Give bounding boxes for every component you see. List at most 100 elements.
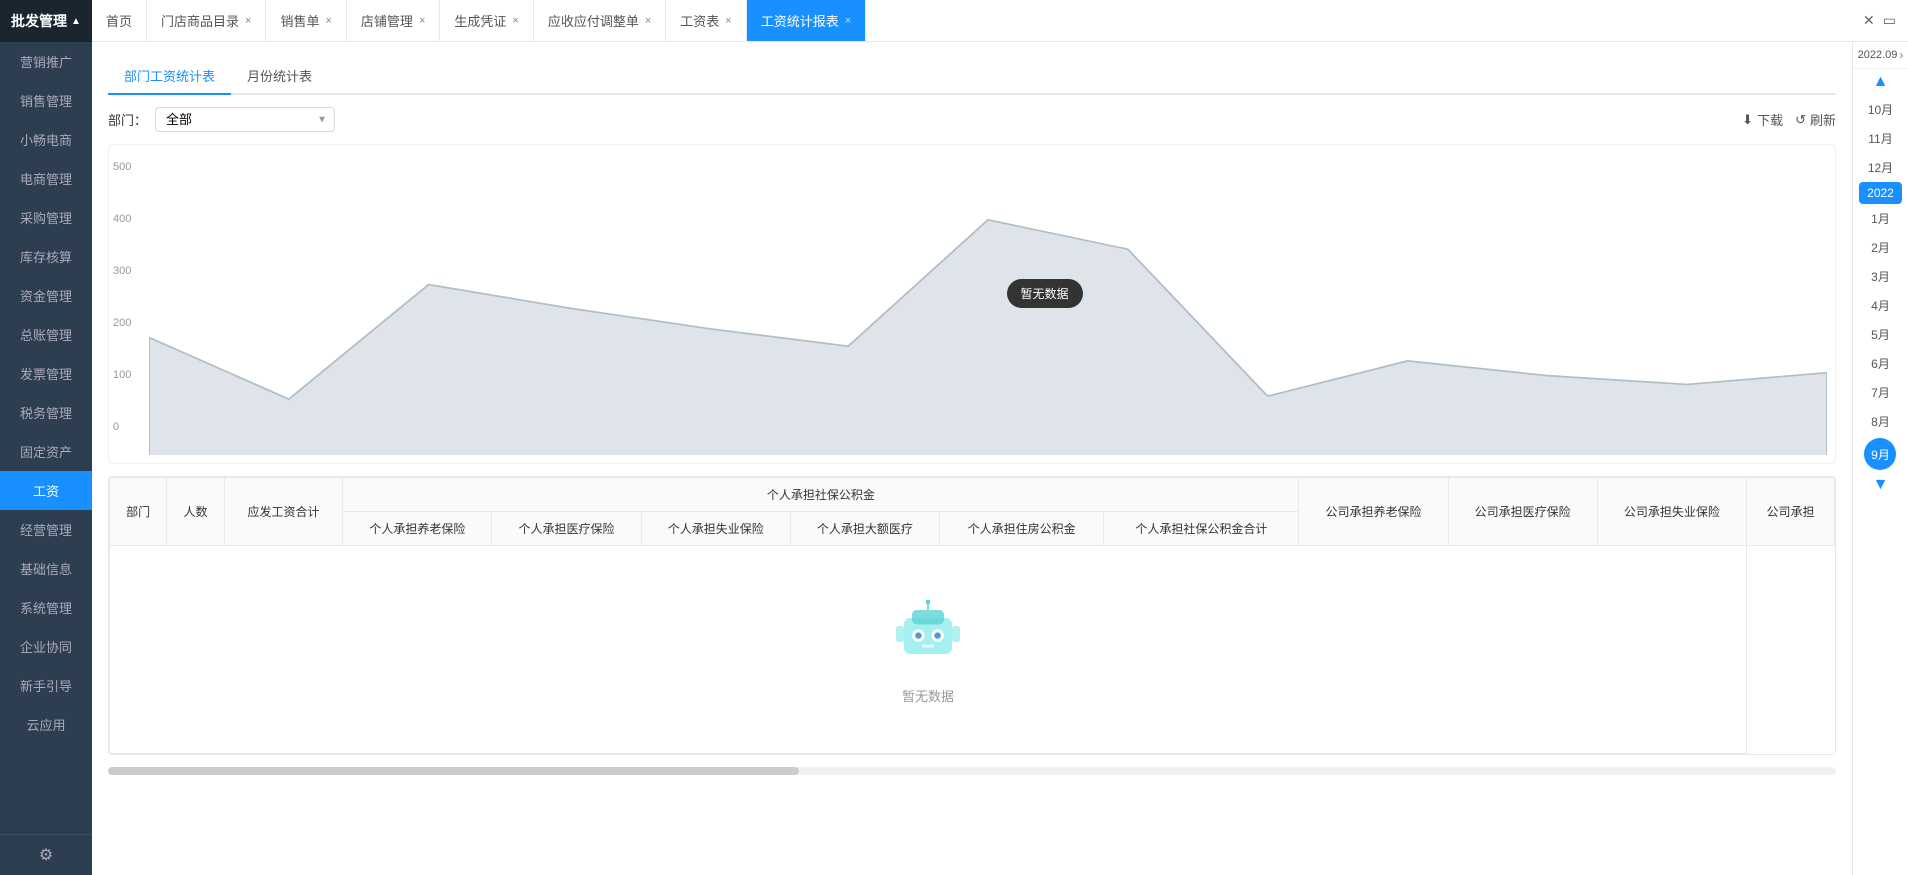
sidebar-arrow-icon: ▲ xyxy=(71,16,81,27)
tab-店铺管理[interactable]: 店铺管理× xyxy=(347,0,440,41)
sub-tab-月份统计表[interactable]: 月份统计表 xyxy=(231,58,328,95)
chart-y-labels: 5004003002001000 xyxy=(113,161,131,433)
sidebar-item-营销推广[interactable]: 营销推广 xyxy=(0,42,92,81)
th-personal-total: 个人承担社保公积金合计 xyxy=(1104,512,1299,546)
cal-month-6月[interactable]: 6月 xyxy=(1859,349,1902,378)
chart-svg xyxy=(149,161,1827,455)
th-personal-insurance: 个人承担社保公积金 xyxy=(343,478,1299,512)
toolbar-left: 部门： 全部 xyxy=(108,107,335,132)
sidebar-item-采购管理[interactable]: 采购管理 xyxy=(0,198,92,237)
chart-container: 5004003002001000 暂无数据 xyxy=(108,144,1836,464)
th-personal-pension: 个人承担养老保险 xyxy=(343,512,492,546)
tab-门店商品目录[interactable]: 门店商品目录 × xyxy=(147,0,266,41)
cal-month-7月[interactable]: 7月 xyxy=(1859,378,1902,407)
scrollbar-thumb[interactable] xyxy=(108,767,799,775)
refresh-icon: ↺ xyxy=(1795,112,1806,128)
sidebar-header: 批发管理 ▲ xyxy=(0,0,92,42)
tab-close-icon[interactable]: × xyxy=(725,15,731,27)
sidebar-item-销售管理[interactable]: 销售管理 xyxy=(0,81,92,120)
sidebar-item-资金管理[interactable]: 资金管理 xyxy=(0,276,92,315)
tab-生成凭证[interactable]: 生成凭证 × xyxy=(440,0,533,41)
cal-month-1月[interactable]: 1月 xyxy=(1859,204,1902,233)
tab-close-icon[interactable]: × xyxy=(419,15,425,27)
toolbar: 部门： 全部 ⬇ 下载 ↺ 刷新 xyxy=(108,107,1836,132)
tab-close-icon[interactable]: × xyxy=(245,15,251,27)
y-label: 500 xyxy=(113,161,131,173)
sidebar-item-新手引导[interactable]: 新手引导 xyxy=(0,666,92,705)
refresh-button[interactable]: ↺ 刷新 xyxy=(1795,110,1836,129)
chart-tooltip: 暂无数据 xyxy=(1007,279,1083,308)
tab-bar: 首页门店商品目录×销售单×店铺管理×生成凭证×应收应付调整单×工资表×工资统计报… xyxy=(92,0,1908,42)
close-all-button[interactable]: ✕ xyxy=(1863,12,1875,29)
download-label: 下载 xyxy=(1757,110,1783,129)
th-dept: 部门 xyxy=(110,478,167,546)
page-content: 部门工资统计表月份统计表 部门： 全部 ⬇ 下载 xyxy=(92,42,1852,875)
dept-select[interactable]: 全部 xyxy=(155,107,335,132)
th-company-pension: 公司承担养老保险 xyxy=(1299,478,1448,546)
cal-month-8月[interactable]: 8月 xyxy=(1859,407,1902,436)
tab-close-icon[interactable]: × xyxy=(645,15,651,27)
sub-tabs: 部门工资统计表月份统计表 xyxy=(108,58,1836,95)
cal-month-9月[interactable]: 9月 xyxy=(1864,438,1896,470)
tab-工资统计报表[interactable]: 工资统计报表× xyxy=(747,0,866,41)
tab-工资表[interactable]: 工资表 × xyxy=(666,0,746,41)
gear-icon[interactable]: ⚙ xyxy=(39,847,53,864)
cal-month-12月[interactable]: 12月 xyxy=(1859,153,1902,182)
download-button[interactable]: ⬇ 下载 xyxy=(1742,110,1783,129)
cal-month-3月[interactable]: 3月 xyxy=(1859,262,1902,291)
sidebar-item-云应用[interactable]: 云应用 xyxy=(0,705,92,744)
tab-应收应付调整单[interactable]: 应收应付调整单 × xyxy=(534,0,666,41)
tab-label: 生成凭证 xyxy=(454,11,506,30)
sidebar-item-基础信息[interactable]: 基础信息 xyxy=(0,549,92,588)
th-personal-unemployment: 个人承担失业保险 xyxy=(641,512,790,546)
tab-close-icon[interactable]: × xyxy=(512,15,518,27)
calendar-year-label: 2022.09 › xyxy=(1853,42,1908,69)
sidebar-item-工资[interactable]: 工资 xyxy=(0,471,92,510)
tab-label: 应收应付调整单 xyxy=(548,11,639,30)
sidebar-item-税务管理[interactable]: 税务管理 xyxy=(0,393,92,432)
tab-close-icon[interactable]: × xyxy=(325,15,331,27)
sidebar-items: 营销推广销售管理小畅电商电商管理采购管理库存核算资金管理总账管理发票管理税务管理… xyxy=(0,42,92,744)
cal-month-2022[interactable]: 2022 xyxy=(1859,182,1902,204)
cal-month-11月[interactable]: 11月 xyxy=(1859,124,1902,153)
th-personal-housing: 个人承担住房公积金 xyxy=(939,512,1103,546)
y-label: 100 xyxy=(113,369,131,381)
sidebar-footer[interactable]: ⚙ xyxy=(0,834,92,875)
dept-label: 部门： xyxy=(108,110,147,129)
sidebar: 批发管理 ▲ 营销推广销售管理小畅电商电商管理采购管理库存核算资金管理总账管理发… xyxy=(0,0,92,875)
cal-month-5月[interactable]: 5月 xyxy=(1859,320,1902,349)
sidebar-item-发票管理[interactable]: 发票管理 xyxy=(0,354,92,393)
calendar-down-icon[interactable]: ▼ xyxy=(1869,472,1893,498)
tab-销售单[interactable]: 销售单× xyxy=(266,0,346,41)
cal-month-4月[interactable]: 4月 xyxy=(1859,291,1902,320)
horizontal-scrollbar[interactable] xyxy=(108,767,1836,775)
table-row: 暂无数据 xyxy=(110,546,1835,754)
restore-button[interactable]: ▭ xyxy=(1883,12,1896,29)
dept-select-wrapper[interactable]: 全部 xyxy=(155,107,335,132)
cal-month-2月[interactable]: 2月 xyxy=(1859,233,1902,262)
sidebar-item-电商管理[interactable]: 电商管理 xyxy=(0,159,92,198)
sidebar-item-小畅电商[interactable]: 小畅电商 xyxy=(0,120,92,159)
sidebar-item-经营管理[interactable]: 经营管理 xyxy=(0,510,92,549)
sub-tab-部门工资统计表[interactable]: 部门工资统计表 xyxy=(108,58,231,95)
cal-year-text: 2022.09 xyxy=(1858,49,1898,61)
calendar-up-icon[interactable]: ▲ xyxy=(1869,69,1893,95)
sidebar-item-总账管理[interactable]: 总账管理 xyxy=(0,315,92,354)
sidebar-item-库存核算[interactable]: 库存核算 xyxy=(0,237,92,276)
data-table: 部门 人数 应发工资合计 个人承担社保公积金 公司承担养老保险 公司承担医疗保险… xyxy=(109,477,1835,754)
tab-close-icon[interactable]: × xyxy=(845,15,851,27)
tabs-container: 首页门店商品目录×销售单×店铺管理×生成凭证×应收应付调整单×工资表×工资统计报… xyxy=(92,0,1851,41)
sidebar-title: 批发管理 xyxy=(11,11,67,31)
tab-首页[interactable]: 首页 xyxy=(92,0,147,41)
download-icon: ⬇ xyxy=(1742,112,1753,128)
tab-label: 工资表 xyxy=(680,11,719,30)
sidebar-item-固定资产[interactable]: 固定资产 xyxy=(0,432,92,471)
th-salary: 应发工资合计 xyxy=(224,478,343,546)
y-label: 200 xyxy=(113,317,131,329)
sidebar-item-系统管理[interactable]: 系统管理 xyxy=(0,588,92,627)
calendar-arrow-icon[interactable]: › xyxy=(1899,48,1903,62)
th-personal-medical: 个人承担医疗保险 xyxy=(492,512,641,546)
tab-label: 门店商品目录 xyxy=(161,11,239,30)
sidebar-item-企业协同[interactable]: 企业协同 xyxy=(0,627,92,666)
cal-month-10月[interactable]: 10月 xyxy=(1859,95,1902,124)
